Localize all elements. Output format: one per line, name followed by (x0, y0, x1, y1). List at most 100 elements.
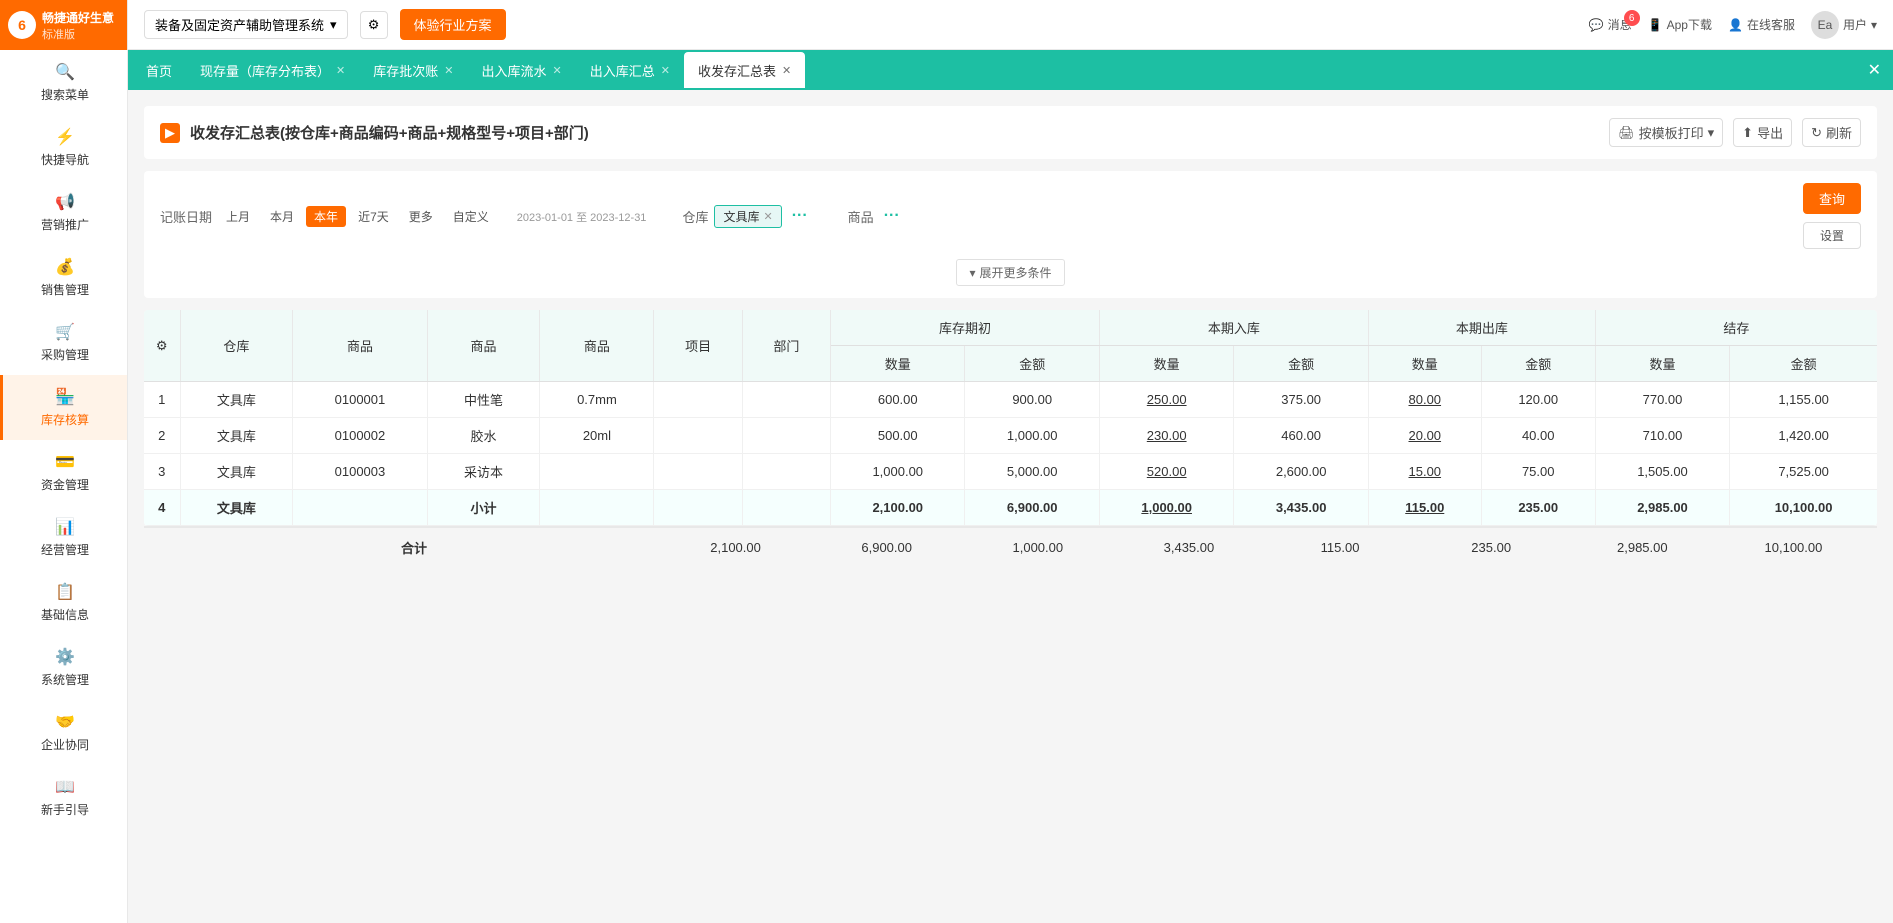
shortcut-prev-month[interactable]: 上月 (218, 206, 258, 227)
sidebar-item-marketing[interactable]: 📢 营销推广 (0, 180, 127, 245)
th-close-qty: 数量 (1595, 346, 1729, 382)
row-open-amt: 5,000.00 (965, 454, 1099, 490)
message-icon: 💬 (1589, 18, 1604, 32)
row-in-qty[interactable]: 230.00 (1099, 418, 1233, 454)
tab-close-inout-flow[interactable]: ✕ (553, 64, 562, 77)
tab-close-inout-summary[interactable]: ✕ (661, 64, 670, 77)
row-out-qty[interactable]: 20.00 (1368, 418, 1481, 454)
row-goods-code (293, 490, 428, 526)
row-in-amt: 375.00 (1234, 382, 1368, 418)
th-goods-spec: 商品 (540, 310, 654, 382)
close-all-tabs-button[interactable]: ✕ (1860, 56, 1889, 84)
warehouse-more-button[interactable]: ··· (788, 207, 812, 225)
th-closing-group: 结存 (1595, 310, 1877, 346)
tab-close-recv-send[interactable]: ✕ (782, 64, 791, 77)
search-icon: 🔍 (55, 62, 75, 82)
user-menu[interactable]: Ea 用户 ▾ (1811, 11, 1877, 39)
shortcut-7days[interactable]: 近7天 (350, 206, 397, 227)
sidebar-item-basic[interactable]: 📋 基础信息 (0, 570, 127, 635)
row-in-qty[interactable]: 520.00 (1099, 454, 1233, 490)
tab-inout-flow[interactable]: 出入库流水 ✕ (467, 52, 575, 88)
try-button[interactable]: 体验行业方案 (400, 9, 506, 40)
sidebar-item-system[interactable]: ⚙️ 系统管理 (0, 635, 127, 700)
message-badge: 6 (1624, 10, 1640, 26)
collab-icon: 🤝 (55, 712, 75, 732)
row-open-amt: 900.00 (965, 382, 1099, 418)
row-out-amt: 235.00 (1481, 490, 1595, 526)
date-filter: 记账日期 上月 本月 本年 近7天 更多 自定义 (160, 206, 497, 227)
row-goods-name: 小计 (427, 490, 540, 526)
row-goods-spec (540, 454, 654, 490)
collapse-button[interactable]: ▶ (160, 123, 180, 143)
row-goods-spec: 0.7mm (540, 382, 654, 418)
th-settings[interactable]: ⚙ (144, 310, 180, 382)
tab-recv-send[interactable]: 收发存汇总表 ✕ (684, 52, 805, 88)
print-button[interactable]: 🖨 按模板打印 ▾ (1609, 118, 1723, 147)
footer-out-amt: 235.00 (1424, 540, 1559, 555)
shortcut-this-year[interactable]: 本年 (306, 206, 346, 227)
sidebar-item-collab[interactable]: 🤝 企业协同 (0, 700, 127, 765)
row-out-qty[interactable]: 80.00 (1368, 382, 1481, 418)
sidebar-item-purchase[interactable]: 🛒 采购管理 (0, 310, 127, 375)
query-button[interactable]: 查询 (1803, 183, 1861, 214)
marketing-icon: 📢 (55, 192, 75, 212)
warehouse-filter: 仓库 文具库 ✕ ··· (682, 205, 811, 228)
shortcut-custom[interactable]: 自定义 (445, 206, 497, 227)
sidebar-item-operation[interactable]: 📊 经营管理 (0, 505, 127, 570)
export-icon: ⬆ (1742, 125, 1753, 141)
message-button[interactable]: 💬 消息 6 (1589, 16, 1632, 33)
row-close-amt: 1,420.00 (1730, 418, 1877, 454)
tab-close-stock-dist[interactable]: ✕ (336, 64, 345, 77)
tab-home[interactable]: 首页 (132, 52, 186, 88)
tab-inout-summary[interactable]: 出入库汇总 ✕ (576, 52, 684, 88)
row-out-qty[interactable]: 115.00 (1368, 490, 1481, 526)
expand-more-button[interactable]: ▾ 展开更多条件 (956, 259, 1064, 286)
gear-icon: ⚙ (368, 17, 380, 33)
shortcut-more[interactable]: 更多 (401, 206, 441, 227)
data-table: ⚙ 仓库 商品 商品 商品 项目 部门 库存期初 本期入库 本期出库 结存 数量 (144, 310, 1877, 526)
sidebar-item-finance[interactable]: 💳 资金管理 (0, 440, 127, 505)
table-row: 1文具库0100001中性笔0.7mm600.00900.00250.00375… (144, 382, 1877, 418)
settings-button[interactable]: ⚙ (360, 11, 388, 39)
export-button[interactable]: ⬆ 导出 (1733, 118, 1792, 147)
sidebar-item-quicknav[interactable]: ⚡ 快捷导航 (0, 115, 127, 180)
row-out-qty[interactable]: 15.00 (1368, 454, 1481, 490)
row-no: 3 (144, 454, 180, 490)
goods-more-button[interactable]: ··· (880, 207, 904, 225)
system-select[interactable]: 装备及固定资产辅助管理系统 ▾ (144, 10, 348, 39)
tab-stock-dist[interactable]: 现存量（库存分布表） ✕ (186, 52, 359, 88)
sidebar-item-sales[interactable]: 💰 销售管理 (0, 245, 127, 310)
row-open-amt: 1,000.00 (965, 418, 1099, 454)
app-download-button[interactable]: 📱 App下载 (1648, 16, 1712, 33)
sidebar-item-search[interactable]: 🔍 搜索菜单 (0, 50, 127, 115)
footer-open-qty: 2,100.00 (668, 540, 803, 555)
set-button[interactable]: 设置 (1803, 222, 1861, 249)
footer-in-qty: 1,000.00 (970, 540, 1105, 555)
row-goods-name: 采访本 (427, 454, 540, 490)
filter-bar: 记账日期 上月 本月 本年 近7天 更多 自定义 2023-01-01 至 20… (144, 171, 1877, 298)
row-dept (742, 418, 830, 454)
row-in-qty[interactable]: 250.00 (1099, 382, 1233, 418)
sidebar-item-inventory[interactable]: 🏪 库存核算 (0, 375, 127, 440)
sidebar-item-guide[interactable]: 📖 新手引导 (0, 765, 127, 830)
tab-batch[interactable]: 库存批次账 ✕ (359, 52, 467, 88)
online-service-button[interactable]: 👤 在线客服 (1728, 16, 1795, 33)
footer-close-qty: 2,985.00 (1575, 540, 1710, 555)
warehouse-tag-close[interactable]: ✕ (763, 210, 772, 223)
th-open-amt: 金额 (965, 346, 1099, 382)
footer-out-qty: 115.00 (1273, 540, 1408, 555)
row-warehouse: 文具库 (180, 418, 293, 454)
shortcut-this-month[interactable]: 本月 (262, 206, 302, 227)
refresh-button[interactable]: ↻ 刷新 (1802, 118, 1861, 147)
row-in-qty[interactable]: 1,000.00 (1099, 490, 1233, 526)
tab-close-batch[interactable]: ✕ (444, 64, 453, 77)
row-close-amt: 7,525.00 (1730, 454, 1877, 490)
row-goods-name: 中性笔 (427, 382, 540, 418)
row-close-amt: 10,100.00 (1730, 490, 1877, 526)
inventory-icon: 🏪 (55, 387, 75, 407)
row-in-amt: 460.00 (1234, 418, 1368, 454)
finance-icon: 💳 (55, 452, 75, 472)
row-project (654, 454, 742, 490)
avatar: Ea (1811, 11, 1839, 39)
app-icon: 📱 (1648, 18, 1663, 32)
